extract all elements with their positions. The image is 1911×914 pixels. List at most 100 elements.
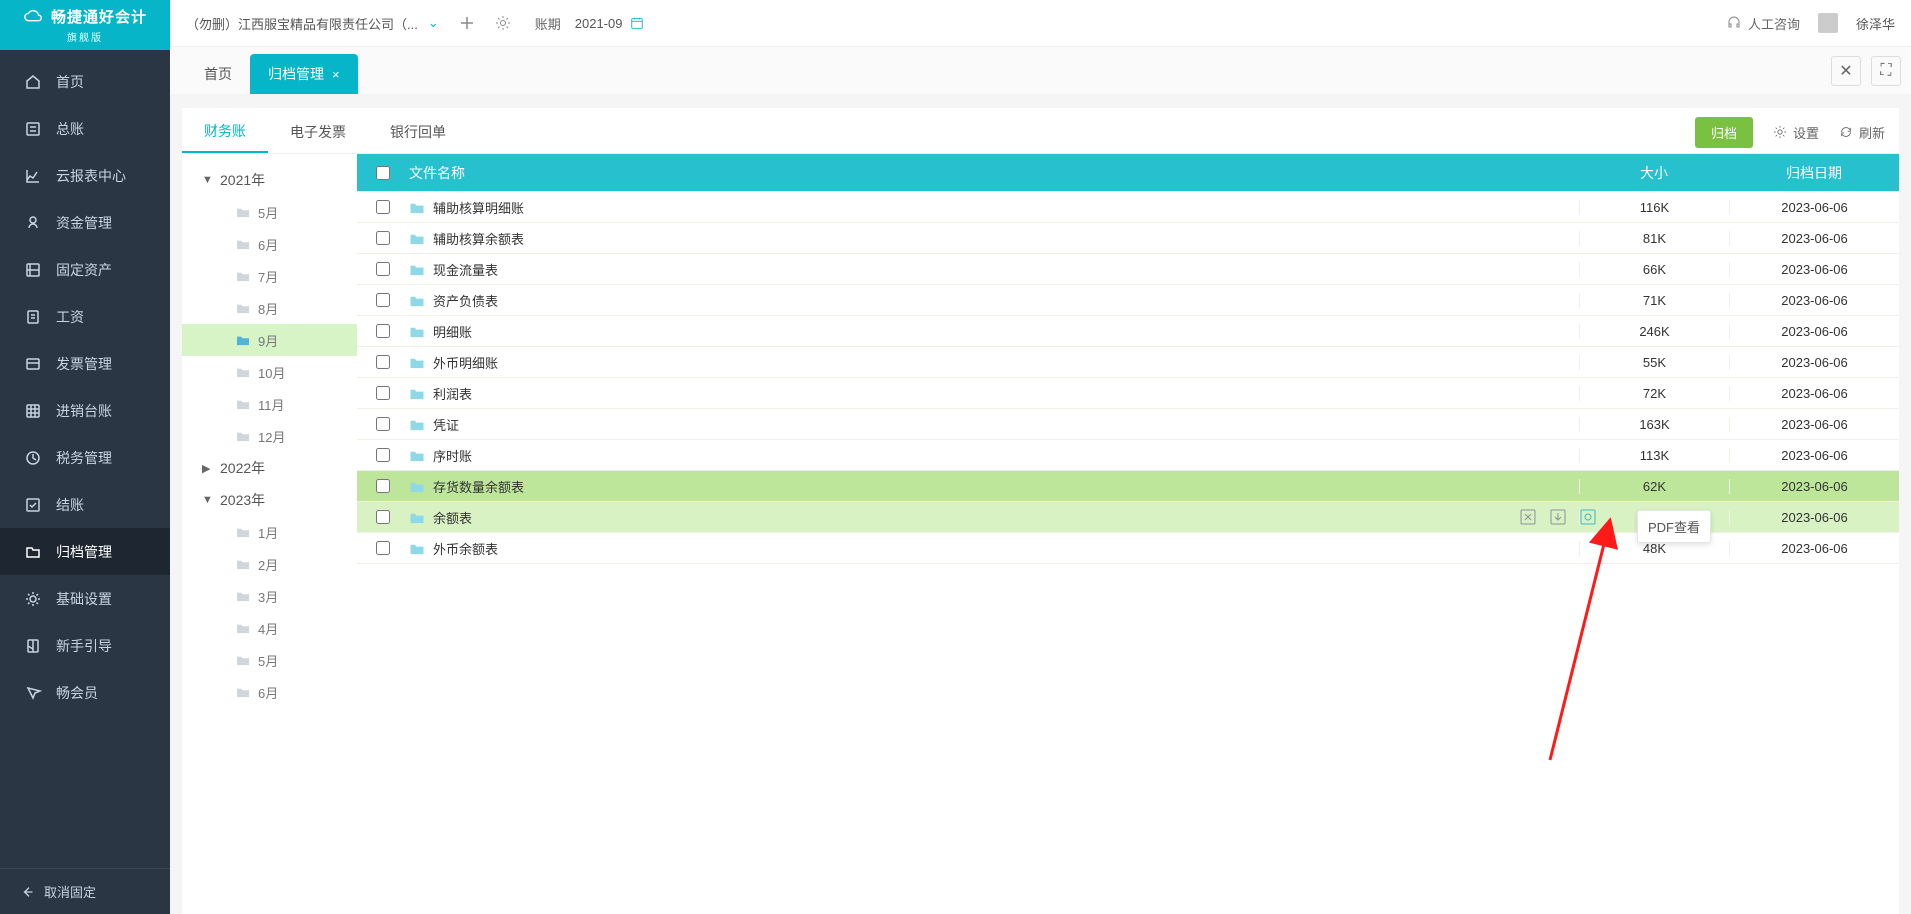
- sidebar-item[interactable]: 工资: [0, 293, 170, 340]
- row-checkbox[interactable]: [376, 293, 390, 307]
- sidebar-item[interactable]: 新手引导: [0, 622, 170, 669]
- file-date: 2023-06-06: [1729, 541, 1899, 556]
- tree-month[interactable]: 4月: [182, 612, 357, 644]
- sidebar-item[interactable]: 税务管理: [0, 434, 170, 481]
- caret-icon: ▶: [202, 462, 212, 475]
- folder-icon: [409, 387, 425, 400]
- close-button[interactable]: ✕: [1831, 56, 1861, 86]
- archive-button[interactable]: 归档: [1695, 117, 1753, 148]
- sidebar-item[interactable]: 归档管理: [0, 528, 170, 575]
- row-checkbox[interactable]: [376, 200, 390, 214]
- sidebar-item[interactable]: 基础设置: [0, 575, 170, 622]
- nav-icon: [24, 73, 42, 91]
- table-row[interactable]: 现金流量表66K2023-06-06: [357, 254, 1899, 285]
- consult-button[interactable]: 人工咨询: [1726, 14, 1800, 33]
- sidebar-item[interactable]: 总账: [0, 105, 170, 152]
- tree-month[interactable]: 7月: [182, 260, 357, 292]
- tree-month[interactable]: 12月: [182, 420, 357, 452]
- row-checkbox[interactable]: [376, 479, 390, 493]
- tree-month[interactable]: 8月: [182, 292, 357, 324]
- sidebar-unpin[interactable]: 取消固定: [0, 868, 170, 914]
- calendar-icon[interactable]: [630, 16, 644, 30]
- tree-month[interactable]: 5月: [182, 196, 357, 228]
- tree-month[interactable]: 6月: [182, 228, 357, 260]
- subtab[interactable]: 财务账: [182, 111, 268, 153]
- table-row[interactable]: 辅助核算明细账116K2023-06-06: [357, 192, 1899, 223]
- close-icon[interactable]: ×: [332, 67, 340, 82]
- period-value: 2021-09: [575, 16, 623, 31]
- tree-year[interactable]: ▶ 2022年: [182, 452, 357, 484]
- tree-month[interactable]: 1月: [182, 516, 357, 548]
- file-size: 116K: [1579, 200, 1729, 215]
- sidebar-item[interactable]: 云报表中心: [0, 152, 170, 199]
- sidebar-unpin-label: 取消固定: [44, 882, 96, 901]
- sidebar-item[interactable]: 畅会员: [0, 669, 170, 716]
- tree-month[interactable]: 6月: [182, 676, 357, 708]
- sidebar-item[interactable]: 结账: [0, 481, 170, 528]
- table-row[interactable]: 明细账246K2023-06-06: [357, 316, 1899, 347]
- gear-icon[interactable]: [495, 15, 511, 31]
- tree-month[interactable]: 3月: [182, 580, 357, 612]
- folder-icon: [409, 325, 425, 338]
- chevron-down-icon: ⌄: [428, 15, 439, 31]
- file-size: 62K: [1579, 479, 1729, 494]
- tree-year-label: 2023年: [220, 490, 265, 510]
- row-checkbox[interactable]: [376, 417, 390, 431]
- subtab[interactable]: 银行回单: [368, 111, 468, 153]
- content: 财务账电子发票银行回单 归档 设置 刷新 ▼2021年5月6月7月8月9月10月…: [170, 94, 1911, 914]
- tree-year-label: 2022年: [220, 458, 265, 478]
- folder-icon: [409, 201, 425, 214]
- nav-icon: [24, 214, 42, 232]
- fullscreen-button[interactable]: ⛶: [1871, 56, 1901, 86]
- nav-icon: [24, 402, 42, 420]
- row-checkbox[interactable]: [376, 510, 390, 524]
- subtab[interactable]: 电子发票: [268, 111, 368, 153]
- folder-icon: [236, 302, 250, 314]
- select-all-checkbox[interactable]: [376, 166, 390, 180]
- avatar[interactable]: [1818, 13, 1838, 33]
- row-checkbox[interactable]: [376, 324, 390, 338]
- tree-month[interactable]: 10月: [182, 356, 357, 388]
- sidebar-item[interactable]: 首页: [0, 58, 170, 105]
- refresh-button[interactable]: 刷新: [1839, 123, 1885, 142]
- tree-year[interactable]: ▼2023年: [182, 484, 357, 516]
- tree-month[interactable]: 2月: [182, 548, 357, 580]
- row-checkbox[interactable]: [376, 355, 390, 369]
- sidebar-item[interactable]: 发票管理: [0, 340, 170, 387]
- sidebar-item[interactable]: 固定资产: [0, 246, 170, 293]
- row-checkbox[interactable]: [376, 448, 390, 462]
- file-name: 外币明细账: [433, 353, 498, 372]
- plus-icon[interactable]: [459, 15, 475, 31]
- folder-icon: [409, 232, 425, 245]
- tab[interactable]: 首页: [186, 54, 250, 94]
- row-checkbox[interactable]: [376, 262, 390, 276]
- row-checkbox[interactable]: [376, 386, 390, 400]
- settings-button[interactable]: 设置: [1773, 123, 1819, 142]
- tab-label: 首页: [204, 64, 232, 84]
- row-checkbox[interactable]: [376, 541, 390, 555]
- table-row[interactable]: 外币明细账55K2023-06-06: [357, 347, 1899, 378]
- file-date: 2023-06-06: [1729, 200, 1899, 215]
- table-row[interactable]: 利润表72K2023-06-06: [357, 378, 1899, 409]
- pdf-download-icon[interactable]: [1549, 508, 1567, 526]
- table-row[interactable]: 资产负债表71K2023-06-06: [357, 285, 1899, 316]
- tab[interactable]: 归档管理×: [250, 54, 358, 94]
- tree-month[interactable]: 5月: [182, 644, 357, 676]
- tree-month[interactable]: 9月: [182, 324, 357, 356]
- row-checkbox[interactable]: [376, 231, 390, 245]
- file-date: 2023-06-06: [1729, 510, 1899, 525]
- tree-year[interactable]: ▼2021年: [182, 164, 357, 196]
- pdf-view-icon[interactable]: [1579, 508, 1597, 526]
- table-row[interactable]: 存货数量余额表62K2023-06-06: [357, 471, 1899, 502]
- table-row[interactable]: 辅助核算余额表81K2023-06-06: [357, 223, 1899, 254]
- col-name: 文件名称: [409, 163, 1579, 183]
- excel-download-icon[interactable]: [1519, 508, 1537, 526]
- table-row[interactable]: 序时账113K2023-06-06: [357, 440, 1899, 471]
- sidebar-item[interactable]: 资金管理: [0, 199, 170, 246]
- file-size: 163K: [1579, 417, 1729, 432]
- sidebar-item-label: 资金管理: [56, 213, 112, 233]
- tree-month[interactable]: 11月: [182, 388, 357, 420]
- sidebar-item[interactable]: 进销台账: [0, 387, 170, 434]
- company-selector[interactable]: （勿删）江西服宝精品有限责任公司（... ⌄: [186, 14, 439, 33]
- table-row[interactable]: 凭证163K2023-06-06: [357, 409, 1899, 440]
